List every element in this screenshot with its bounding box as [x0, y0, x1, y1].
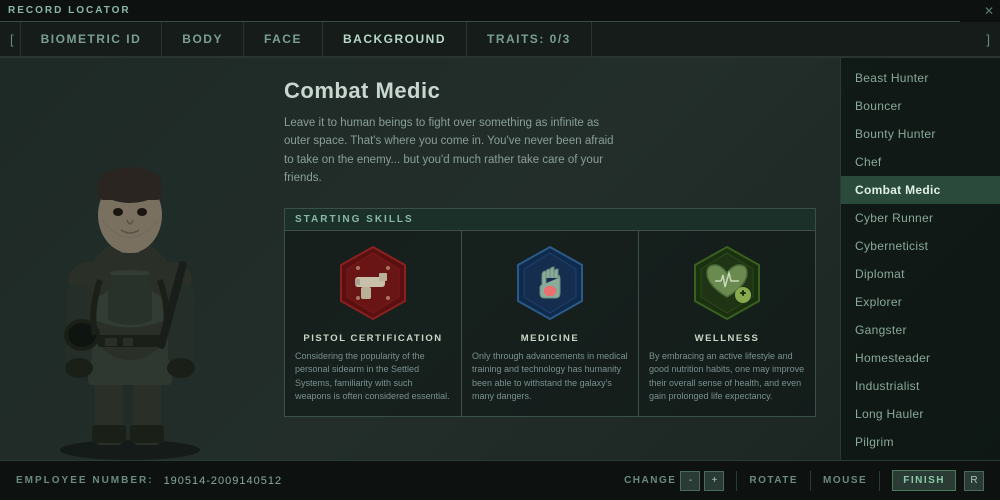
skill-card-pistol: PISTOL CERTIFICATION Considering the pop…	[285, 231, 462, 416]
employee-number: 190514-2009140512	[164, 475, 283, 487]
divider-2	[810, 471, 811, 491]
sidebar-item-chef[interactable]: Chef	[841, 148, 1000, 176]
skill-card-medicine: MEDICINE Only through advancements in me…	[462, 231, 639, 416]
tab-body[interactable]: BODY	[162, 22, 244, 56]
skill-name-pistol: PISTOL CERTIFICATION	[295, 333, 451, 344]
sidebar-item-beast-hunter[interactable]: Beast Hunter	[841, 64, 1000, 92]
skills-section: STARTING SKILLS	[284, 208, 816, 417]
corner-decor: ✕	[960, 0, 1000, 22]
sidebar-item-bouncer[interactable]: Bouncer	[841, 92, 1000, 120]
change-plus-button[interactable]: +	[704, 471, 724, 491]
sidebar-item-gangster[interactable]: Gangster	[841, 316, 1000, 344]
change-minus-button[interactable]: -	[680, 471, 700, 491]
skill-icon-medicine-wrap	[510, 243, 590, 323]
skill-card-wellness: WELLNESS By embracing an active lifestyl…	[639, 231, 815, 416]
divider-3	[879, 471, 880, 491]
skill-name-medicine: MEDICINE	[472, 333, 628, 344]
mouse-btn-group: MOUSE	[823, 475, 867, 486]
skills-grid: PISTOL CERTIFICATION Considering the pop…	[285, 231, 815, 416]
bottom-bar: EMPLOYEE NUMBER: 190514-2009140512 CHANG…	[0, 460, 1000, 500]
skills-header: STARTING SKILLS	[285, 209, 815, 231]
sidebar-item-pilgrim[interactable]: Pilgrim	[841, 428, 1000, 456]
sidebar-item-industrialist[interactable]: Industrialist	[841, 372, 1000, 400]
background-description: Leave it to human beings to fight over s…	[284, 114, 624, 188]
background-sidebar: Beast Hunter Bouncer Bounty Hunter Chef …	[840, 58, 1000, 460]
sidebar-item-cyberneticist[interactable]: Cyberneticist	[841, 232, 1000, 260]
character-figure	[20, 120, 240, 460]
sidebar-item-diplomat[interactable]: Diplomat	[841, 260, 1000, 288]
skill-name-wellness: WELLNESS	[649, 333, 805, 344]
tab-background[interactable]: BACKGROUND	[323, 22, 467, 56]
right-bracket[interactable]: ]	[980, 32, 996, 47]
skill-icon-pistol-wrap	[333, 243, 413, 323]
skill-desc-wellness: By embracing an active lifestyle and goo…	[649, 350, 805, 404]
nav-tabs: [ BIOMETRIC ID BODY FACE BACKGROUND TRAI…	[0, 22, 1000, 58]
skill-desc-medicine: Only through advancements in medical tra…	[472, 350, 628, 404]
employee-section: EMPLOYEE NUMBER: 190514-2009140512	[16, 475, 282, 487]
sidebar-item-homesteader[interactable]: Homesteader	[841, 344, 1000, 372]
character-portrait-area	[0, 58, 260, 460]
change-btn-group: CHANGE - +	[624, 471, 724, 491]
change-label: CHANGE	[624, 475, 676, 486]
tab-traits[interactable]: TRAITS: 0/3	[467, 22, 592, 56]
tab-face[interactable]: FACE	[244, 22, 323, 56]
sidebar-item-cyber-runner[interactable]: Cyber Runner	[841, 204, 1000, 232]
record-locator-label: RECORD LOCATOR	[8, 5, 131, 16]
top-bar: RECORD LOCATOR	[0, 0, 1000, 22]
skill-desc-pistol: Considering the popularity of the person…	[295, 350, 451, 404]
sidebar-item-combat-medic[interactable]: Combat Medic	[841, 176, 1000, 204]
finish-button[interactable]: FINISH	[892, 470, 956, 491]
skill-icon-wellness-wrap	[687, 243, 767, 323]
background-title: Combat Medic	[284, 78, 816, 104]
main-area: Combat Medic Leave it to human beings to…	[0, 58, 1000, 460]
rotate-btn-group: ROTATE	[749, 475, 798, 486]
left-bracket[interactable]: [	[4, 32, 20, 47]
mouse-label: MOUSE	[823, 475, 867, 486]
sidebar-item-long-hauler[interactable]: Long Hauler	[841, 400, 1000, 428]
sidebar-item-explorer[interactable]: Explorer	[841, 288, 1000, 316]
close-icon[interactable]: ✕	[984, 4, 994, 18]
rotate-label: ROTATE	[749, 475, 798, 486]
divider-1	[736, 471, 737, 491]
employee-label: EMPLOYEE NUMBER:	[16, 475, 154, 486]
content-area: Combat Medic Leave it to human beings to…	[260, 58, 840, 460]
tab-biometric[interactable]: BIOMETRIC ID	[20, 22, 163, 56]
sidebar-item-professor[interactable]: Professor	[841, 456, 1000, 460]
bottom-buttons: CHANGE - + ROTATE MOUSE FINISH R	[624, 470, 984, 491]
sidebar-item-bounty-hunter[interactable]: Bounty Hunter	[841, 120, 1000, 148]
finish-key-button[interactable]: R	[964, 471, 984, 491]
